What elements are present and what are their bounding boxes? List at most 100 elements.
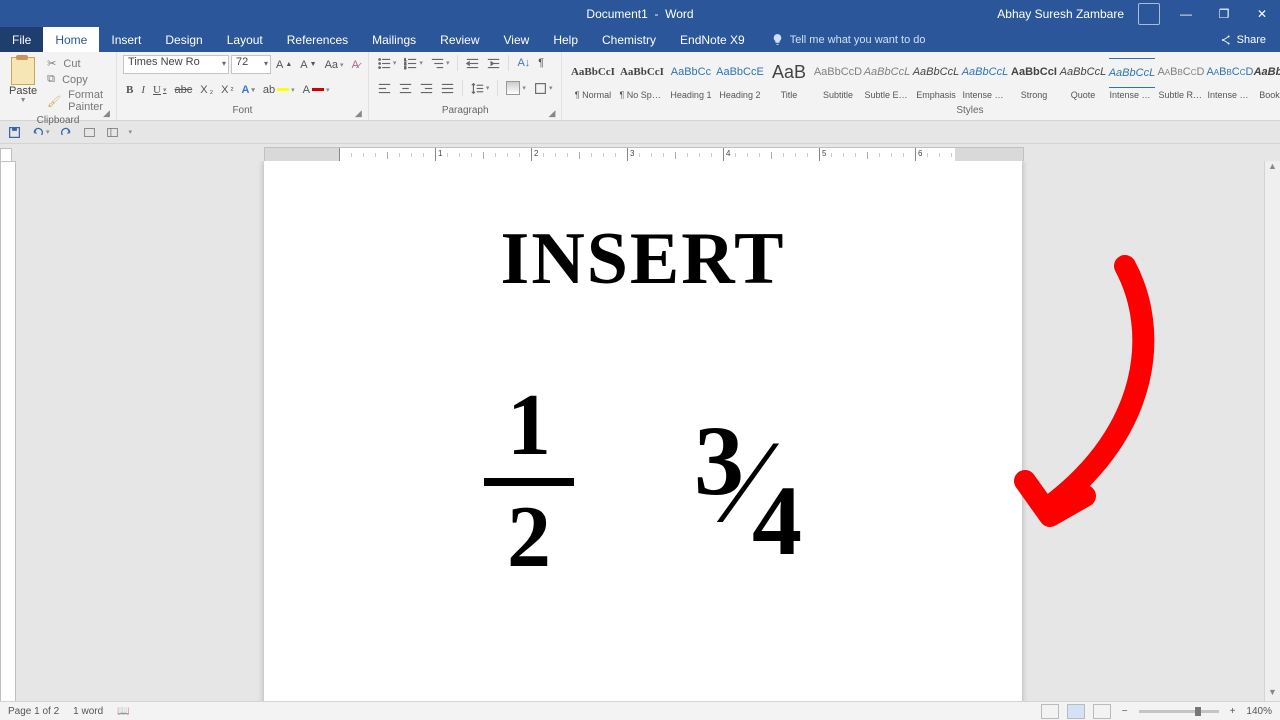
- stacked-fraction: 1 2: [484, 382, 574, 582]
- vertical-scrollbar[interactable]: ▲ ▼: [1264, 161, 1280, 702]
- zoom-out-button[interactable]: −: [1119, 705, 1131, 718]
- align-center-button[interactable]: [396, 81, 415, 96]
- web-layout-button[interactable]: [1093, 704, 1111, 719]
- shading-button[interactable]: ▾: [503, 80, 529, 96]
- zoom-in-button[interactable]: +: [1227, 705, 1239, 718]
- clear-formatting-button[interactable]: A̷: [349, 58, 362, 72]
- style-item[interactable]: AaBbCcLSubtle Em...: [862, 55, 911, 103]
- tab-home[interactable]: Home: [43, 27, 99, 52]
- zoom-slider[interactable]: [1139, 710, 1219, 713]
- style-item[interactable]: AaBbCcI¶ No Spac...: [617, 55, 666, 103]
- page-indicator[interactable]: Page 1 of 2: [8, 706, 59, 717]
- fraction-bar: [484, 478, 574, 486]
- tab-mailings[interactable]: Mailings: [360, 27, 428, 52]
- scroll-up[interactable]: ▲: [1265, 161, 1280, 176]
- sort-button[interactable]: A↓: [514, 56, 533, 70]
- style-item[interactable]: AaBbCcLQuote: [1058, 55, 1107, 103]
- increase-indent-button[interactable]: [484, 56, 503, 71]
- paragraph-launcher[interactable]: ◢: [548, 108, 558, 118]
- fraction2-denominator: 4: [752, 463, 802, 578]
- strikethrough-button[interactable]: abc: [172, 83, 196, 97]
- tab-chemistry[interactable]: Chemistry: [590, 27, 668, 52]
- style-item[interactable]: AaBbCcDBook Title: [1254, 55, 1280, 103]
- increase-font-button[interactable]: A▲: [273, 58, 295, 72]
- tab-references[interactable]: References: [275, 27, 360, 52]
- ribbon: Paste ▼ ✂ Cut ⧉ Copy 🖌 Format Painter Cl…: [0, 52, 1280, 121]
- qat-customize[interactable]: ▾: [127, 127, 135, 137]
- justify-button[interactable]: [438, 81, 457, 96]
- tab-layout[interactable]: Layout: [215, 27, 275, 52]
- ruler-corner[interactable]: [0, 148, 12, 162]
- numbering-button[interactable]: 123▾: [401, 56, 426, 71]
- copy-button[interactable]: ⧉ Copy: [44, 72, 106, 87]
- cut-button[interactable]: ✂ Cut: [44, 56, 106, 71]
- style-item[interactable]: AaBbCcDSubtle Ref...: [1156, 55, 1205, 103]
- font-family-combo[interactable]: Times New Ro▾: [123, 55, 229, 74]
- style-item[interactable]: AaBbCcLIntense E...: [960, 55, 1009, 103]
- tab-view[interactable]: View: [492, 27, 542, 52]
- font-color-button[interactable]: A▾: [300, 83, 333, 97]
- highlight-color-button[interactable]: ab▾: [260, 83, 298, 97]
- spellcheck-status[interactable]: 📖: [117, 706, 129, 717]
- group-font: Times New Ro▾ 72▾ A▲ A▼ Aa▾ A̷ B I U▾ ab…: [117, 52, 369, 120]
- paste-button[interactable]: Paste ▼: [6, 55, 40, 106]
- style-item[interactable]: AaBbCcDIntense Re...: [1205, 55, 1254, 103]
- change-case-button[interactable]: Aa▾: [322, 58, 347, 72]
- text-effects-button[interactable]: A▾: [238, 83, 257, 97]
- qat-extra1[interactable]: [81, 125, 98, 140]
- titlebar: Document1 - Word Abhay Suresh Zambare — …: [0, 0, 1280, 27]
- align-right-button[interactable]: [417, 81, 436, 96]
- font-launcher[interactable]: ◢: [355, 108, 365, 118]
- italic-button[interactable]: I: [138, 83, 148, 97]
- undo-button[interactable]: ▾: [29, 125, 52, 140]
- decrease-indent-button[interactable]: [463, 56, 482, 71]
- read-mode-button[interactable]: [1041, 704, 1059, 719]
- underline-button[interactable]: U▾: [150, 83, 169, 97]
- tab-file[interactable]: File: [0, 27, 43, 52]
- style-item[interactable]: AaBbCcI¶ Normal: [568, 55, 617, 103]
- fraction2-numerator: 3: [694, 403, 744, 518]
- skewed-fraction: 3 ⁄ 4: [694, 382, 802, 582]
- multilevel-list-button[interactable]: ▾: [428, 56, 453, 71]
- align-left-button[interactable]: [375, 81, 394, 96]
- qat-extra2[interactable]: [104, 125, 121, 140]
- borders-button[interactable]: ▾: [531, 81, 556, 96]
- zoom-level[interactable]: 140%: [1246, 706, 1272, 717]
- save-button[interactable]: [6, 125, 23, 140]
- decrease-font-button[interactable]: A▼: [297, 58, 319, 72]
- group-label-clipboard: Clipboard: [6, 115, 110, 126]
- tell-me-search[interactable]: Tell me what you want to do: [757, 33, 926, 46]
- word-count[interactable]: 1 word: [73, 706, 103, 717]
- redo-button[interactable]: [58, 125, 75, 140]
- style-item[interactable]: AaBbCcLEmphasis: [911, 55, 960, 103]
- line-spacing-button[interactable]: ▾: [468, 81, 493, 96]
- tab-design[interactable]: Design: [153, 27, 214, 52]
- subscript-button[interactable]: X₂: [197, 83, 216, 97]
- style-item[interactable]: AaBbCcLIntense Q...: [1107, 55, 1156, 103]
- share-button[interactable]: Share: [1220, 34, 1280, 46]
- vertical-ruler[interactable]: [0, 161, 16, 702]
- format-painter-button[interactable]: 🖌 Format Painter: [44, 88, 106, 114]
- show-marks-button[interactable]: ¶: [535, 56, 547, 70]
- tab-help[interactable]: Help: [541, 27, 590, 52]
- document-page[interactable]: INSERT 1 2 3 ⁄ 4: [264, 161, 1022, 702]
- clipboard-launcher[interactable]: ◢: [103, 108, 113, 118]
- style-item[interactable]: AaBbCcHeading 1: [666, 55, 715, 103]
- print-layout-button[interactable]: [1067, 704, 1085, 719]
- style-item[interactable]: AaBbCcEHeading 2: [715, 55, 764, 103]
- styles-gallery[interactable]: AaBbCcI¶ NormalAaBbCcI¶ No Spac...AaBbCc…: [568, 55, 1280, 103]
- font-size-combo[interactable]: 72▾: [231, 55, 271, 74]
- bullets-button[interactable]: ▾: [375, 56, 400, 71]
- scroll-down[interactable]: ▼: [1265, 687, 1280, 702]
- group-label-font: Font: [123, 105, 362, 119]
- style-item[interactable]: AaBTitle: [764, 55, 813, 103]
- tab-review[interactable]: Review: [428, 27, 491, 52]
- bold-button[interactable]: B: [123, 83, 136, 97]
- document-workspace: INSERT 1 2 3 ⁄ 4: [0, 161, 1280, 702]
- superscript-button[interactable]: X²: [218, 83, 236, 97]
- bucket-icon: [506, 81, 520, 95]
- style-item[interactable]: AaBbCcIStrong: [1009, 55, 1058, 103]
- tab-insert[interactable]: Insert: [99, 27, 153, 52]
- style-item[interactable]: AaBbCcDSubtitle: [813, 55, 862, 103]
- tab-endnote[interactable]: EndNote X9: [668, 27, 757, 52]
